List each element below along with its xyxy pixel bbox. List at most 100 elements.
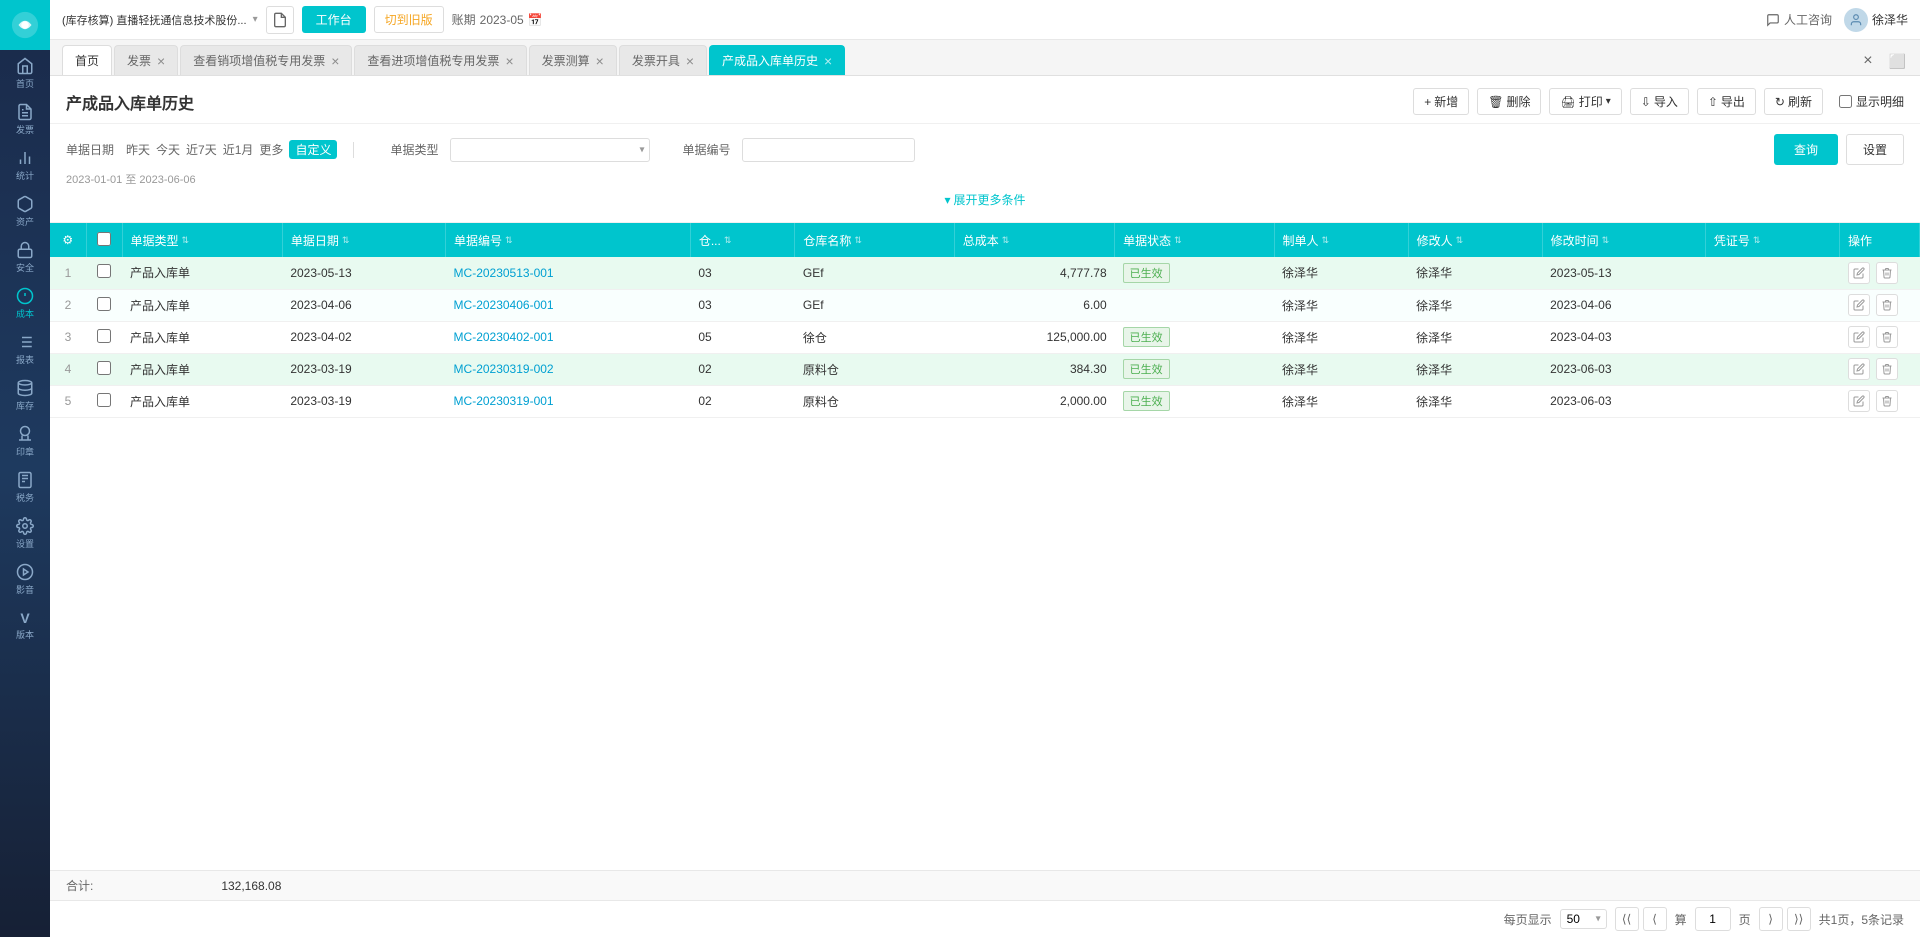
company-selector[interactable]: (库存核算) 直播轻抚通信息技术股份... ▾ <box>62 12 258 28</box>
row-edit-button[interactable] <box>1848 262 1870 284</box>
prev-page-button[interactable]: ⟨ <box>1643 907 1667 931</box>
export-button[interactable]: ⇧ 导出 <box>1697 88 1756 115</box>
type-select[interactable]: 产品入库单 <box>450 138 650 162</box>
sidebar-item-home[interactable]: 首页 <box>0 50 50 96</box>
row-number-link[interactable]: MC-20230319-002 <box>454 362 554 376</box>
user-info[interactable]: 徐泽华 <box>1844 8 1908 32</box>
row-voucher <box>1705 321 1839 353</box>
sidebar-item-invoice[interactable]: 发票 <box>0 96 50 142</box>
tab-invoice[interactable]: 发票 × <box>114 45 178 75</box>
new-button[interactable]: + 新增 <box>1413 88 1469 115</box>
sidebar-item-assets[interactable]: 资产 <box>0 188 50 234</box>
sidebar-item-media[interactable]: 影音 <box>0 556 50 602</box>
tab-invoice-close[interactable]: × <box>157 54 165 68</box>
select-all-checkbox[interactable] <box>97 232 111 246</box>
calendar-icon[interactable]: 📅 <box>528 13 543 27</box>
tab-check-purchase[interactable]: 查看进项增值税专用发票 × <box>354 45 526 75</box>
shortcut-yesterday[interactable]: 昨天 <box>126 141 150 158</box>
th-settings[interactable]: ⚙ <box>50 223 86 257</box>
page-number-input[interactable]: 1 <box>1695 907 1731 931</box>
tab-home[interactable]: 首页 <box>62 45 112 75</box>
workbench-button[interactable]: 工作台 <box>302 6 366 33</box>
sidebar-item-settings[interactable]: 设置 <box>0 510 50 556</box>
row-select-checkbox[interactable] <box>97 393 111 407</box>
tab-close-all-button[interactable]: × <box>1857 50 1878 72</box>
row-select-checkbox[interactable] <box>97 329 111 343</box>
sidebar-item-stamp[interactable]: 印章 <box>0 418 50 464</box>
tab-check-sales-close[interactable]: × <box>331 54 339 68</box>
shortcut-custom[interactable]: 自定义 <box>289 140 337 159</box>
row-select-checkbox[interactable] <box>97 264 111 278</box>
shortcut-more[interactable]: 更多 <box>259 141 283 158</box>
sidebar-item-inventory[interactable]: 库存 <box>0 372 50 418</box>
row-edit-button[interactable] <box>1848 294 1870 316</box>
th-warehouse-code[interactable]: 仓...⇅ <box>690 223 795 257</box>
refresh-button[interactable]: ↻ 刷新 <box>1764 88 1823 115</box>
next-page-button[interactable]: ⟩ <box>1759 907 1783 931</box>
row-select-checkbox[interactable] <box>97 297 111 311</box>
sidebar-item-tax[interactable]: 税务 <box>0 464 50 510</box>
th-total-cost[interactable]: 总成本⇅ <box>954 223 1114 257</box>
row-delete-button[interactable] <box>1876 262 1898 284</box>
tab-invoice-open[interactable]: 发票开具 × <box>619 45 707 75</box>
tab-check-purchase-close[interactable]: × <box>505 54 513 68</box>
service-button[interactable]: 人工咨询 <box>1766 11 1832 28</box>
print-button[interactable]: 🖨 打印 ▾ <box>1549 88 1621 115</box>
row-number-link[interactable]: MC-20230319-001 <box>454 394 554 408</box>
th-status[interactable]: 单据状态⇅ <box>1115 223 1274 257</box>
shortcut-7days[interactable]: 近7天 <box>186 141 217 158</box>
show-detail-checkbox[interactable] <box>1839 95 1852 108</box>
sidebar-item-cost[interactable]: 成本 <box>0 280 50 326</box>
shortcut-today[interactable]: 今天 <box>156 141 180 158</box>
row-number-link[interactable]: MC-20230406-001 <box>454 298 554 312</box>
th-creator[interactable]: 制单人⇅ <box>1274 223 1408 257</box>
tab-expand-button[interactable]: ⬜ <box>1883 51 1912 72</box>
last-page-button[interactable]: ⟩⟩ <box>1787 907 1811 931</box>
row-edit-button[interactable] <box>1848 390 1870 412</box>
row-number: MC-20230406-001 <box>446 289 691 321</box>
th-voucher[interactable]: 凭证号⇅ <box>1705 223 1839 257</box>
first-page-button[interactable]: ⟨⟨ <box>1615 907 1639 931</box>
tab-invoice-calc[interactable]: 发票测算 × <box>529 45 617 75</box>
shortcut-1month[interactable]: 近1月 <box>223 141 254 158</box>
filter-settings-button[interactable]: 设置 <box>1846 134 1904 165</box>
sidebar-item-analytics[interactable]: 统计 <box>0 142 50 188</box>
tab-product-history-close[interactable]: × <box>824 54 832 68</box>
row-number-link[interactable]: MC-20230513-001 <box>454 266 554 280</box>
th-warehouse-name[interactable]: 仓库名称⇅ <box>795 223 954 257</box>
sidebar-item-reports[interactable]: 报表 <box>0 326 50 372</box>
row-edit-button[interactable] <box>1848 358 1870 380</box>
tab-invoice-open-close[interactable]: × <box>686 54 694 68</box>
row-delete-button[interactable] <box>1876 390 1898 412</box>
switch-period-button[interactable]: 切到旧版 <box>374 6 444 33</box>
expand-filter-button[interactable]: ▾ 展开更多条件 <box>944 191 1025 208</box>
th-number[interactable]: 单据编号⇅ <box>446 223 691 257</box>
row-delete-button[interactable] <box>1876 358 1898 380</box>
th-modify-time[interactable]: 修改时间⇅ <box>1542 223 1705 257</box>
row-delete-button[interactable] <box>1876 326 1898 348</box>
show-detail-toggle[interactable]: 显示明细 <box>1839 93 1904 110</box>
row-wcode: 02 <box>690 385 795 417</box>
th-date[interactable]: 单据日期⇅ <box>282 223 445 257</box>
row-select-checkbox[interactable] <box>97 361 111 375</box>
query-button[interactable]: 查询 <box>1774 134 1838 165</box>
row-number-link[interactable]: MC-20230402-001 <box>454 330 554 344</box>
user-avatar <box>1844 8 1868 32</box>
tab-invoice-calc-close[interactable]: × <box>596 54 604 68</box>
page-size-select[interactable]: 20 50 100 <box>1560 909 1607 929</box>
sidebar-item-version[interactable]: V 版本 <box>0 602 50 648</box>
row-index: 1 <box>50 257 86 289</box>
th-modifier[interactable]: 修改人⇅ <box>1408 223 1542 257</box>
doc-icon[interactable] <box>266 6 294 34</box>
app-logo[interactable] <box>0 0 50 50</box>
th-type[interactable]: 单据类型⇅ <box>122 223 282 257</box>
number-input[interactable] <box>742 138 915 162</box>
sidebar-item-lock[interactable]: 安全 <box>0 234 50 280</box>
row-mtime: 2023-04-06 <box>1542 289 1705 321</box>
row-edit-button[interactable] <box>1848 326 1870 348</box>
import-button[interactable]: ⇩ 导入 <box>1630 88 1689 115</box>
delete-button[interactable]: 🗑 删除 <box>1477 88 1541 115</box>
row-delete-button[interactable] <box>1876 294 1898 316</box>
tab-check-sales[interactable]: 查看销项增值税专用发票 × <box>180 45 352 75</box>
tab-product-history[interactable]: 产成品入库单历史 × <box>709 45 845 75</box>
